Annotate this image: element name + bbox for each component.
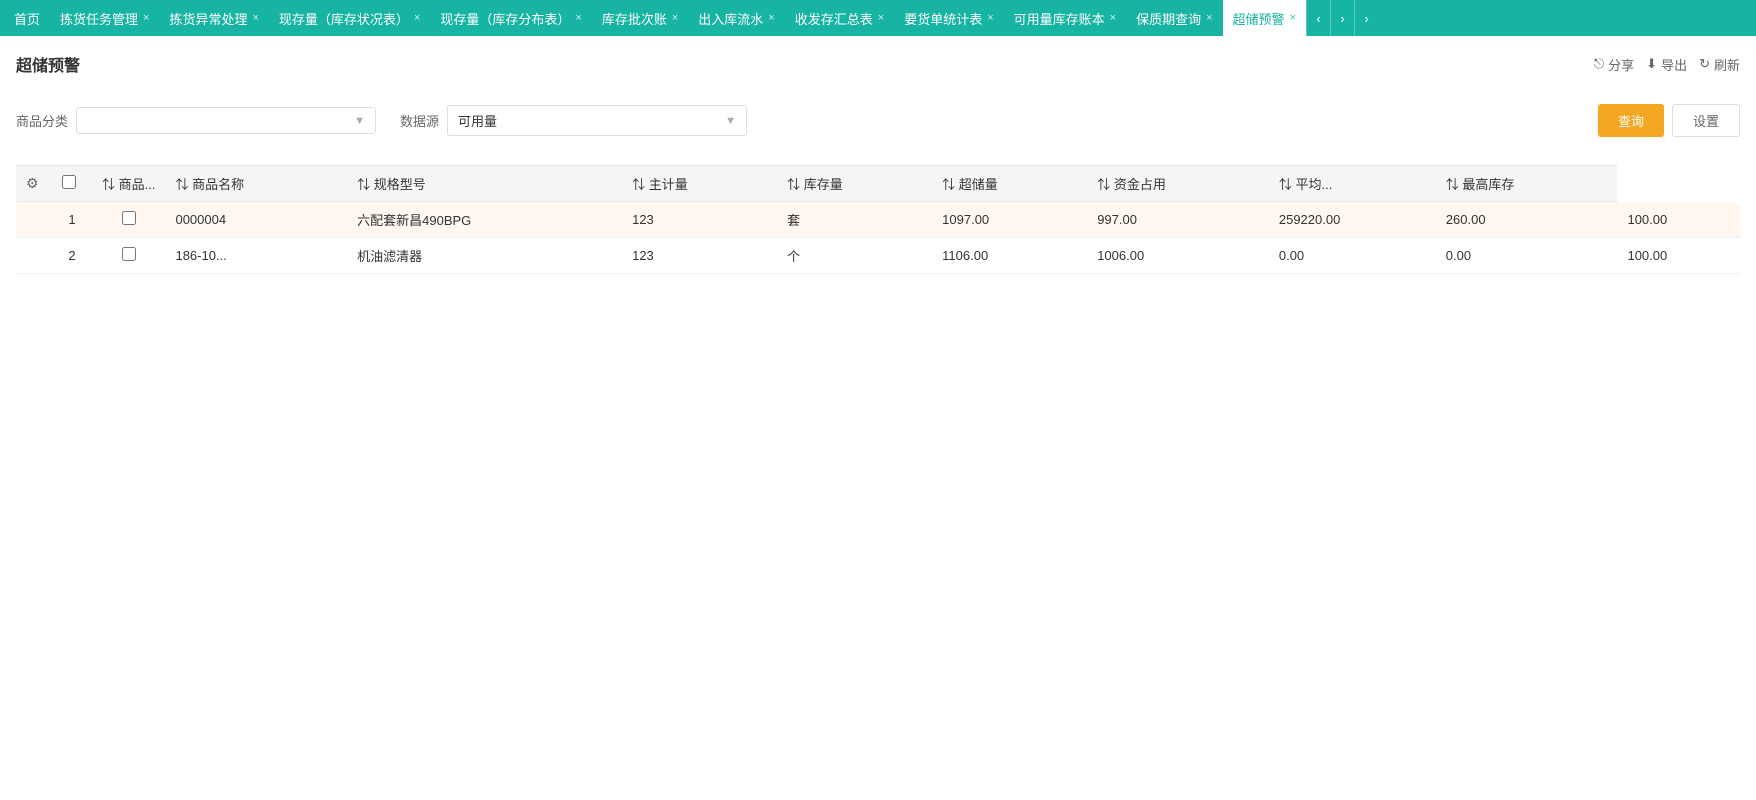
row-unit: 套 [777, 202, 932, 238]
header-actions: ⎋ 分享 ⬇ 导出 ↻ 刷新 [1594, 55, 1740, 74]
row-settings-cell [16, 238, 52, 274]
row-num: 1 [52, 202, 92, 238]
datasource-select[interactable]: 可用量 ▼ [447, 105, 747, 136]
category-filter: 商品分类 ▼ [16, 107, 376, 134]
row-capital: 259220.00 [1269, 202, 1436, 238]
nav-item-stock2[interactable]: 现存量（库存分布表） × [430, 0, 591, 36]
close-icon[interactable]: × [1290, 12, 1296, 24]
col-product-code-header[interactable]: ⇅ 商品... [92, 166, 165, 202]
close-icon[interactable]: × [1110, 12, 1116, 24]
nav-prev-arrow[interactable]: ‹ [1306, 0, 1330, 36]
nav-item-overstock[interactable]: 超储预警 × [1223, 0, 1306, 36]
close-icon[interactable]: × [878, 12, 884, 24]
nav-item-available[interactable]: 可用量库存账本 × [1004, 0, 1126, 36]
nav-item-requisition[interactable]: 要货单统计表 × [894, 0, 1003, 36]
chevron-down-icon: ▼ [354, 115, 365, 127]
row-num: 2 [52, 238, 92, 274]
row-avg: 0.00 [1436, 238, 1618, 274]
row-check-cell [92, 202, 165, 238]
gear-icon[interactable]: ⚙ [26, 175, 39, 191]
row-product-code: 0000004 [165, 202, 347, 238]
close-icon[interactable]: × [575, 12, 581, 24]
col-check-header [52, 166, 92, 202]
nav-item-task[interactable]: 拣货任务管理 × [50, 0, 159, 36]
category-label: 商品分类 [16, 111, 68, 130]
row-max-stock: 100.00 [1617, 202, 1740, 238]
category-select[interactable]: ▼ [76, 107, 376, 134]
row-avg: 260.00 [1436, 202, 1618, 238]
row-check-cell [92, 238, 165, 274]
row-product-name: 六配套新昌490BPG [347, 202, 622, 238]
refresh-icon: ↻ [1699, 56, 1710, 72]
filter-row: 商品分类 ▼ 数据源 可用量 ▼ 查询 设置 [16, 92, 1740, 149]
row-stock: 1106.00 [932, 238, 1087, 274]
nav-item-batch[interactable]: 库存批次账 × [592, 0, 688, 36]
row-product-code: 186-10... [165, 238, 347, 274]
close-icon[interactable]: × [252, 12, 258, 24]
close-icon[interactable]: × [987, 12, 993, 24]
row-product-name: 机油滤清器 [347, 238, 622, 274]
col-spec-header[interactable]: ⇅ 规格型号 [347, 166, 622, 202]
chevron-down-icon: ▼ [725, 115, 736, 127]
table-row: 1 0000004 六配套新昌490BPG 123 套 1097.00 997.… [16, 202, 1740, 238]
nav-item-summary[interactable]: 收发存汇总表 × [785, 0, 894, 36]
table-header-row: ⚙ ⇅ 商品... ⇅ 商品名称 ⇅ 规格型号 ⇅ 主计量 ⇅ [16, 166, 1740, 202]
col-avg-header[interactable]: ⇅ 平均... [1269, 166, 1436, 202]
query-button[interactable]: 查询 [1598, 104, 1664, 137]
row-spec: 123 [622, 238, 777, 274]
set-button[interactable]: 设置 [1672, 104, 1740, 137]
nav-item-flow[interactable]: 出入库流水 × [688, 0, 784, 36]
row-checkbox[interactable] [122, 211, 136, 225]
select-all-checkbox[interactable] [62, 175, 76, 189]
col-unit-header[interactable]: ⇅ 主计量 [622, 166, 777, 202]
close-icon[interactable]: × [1206, 12, 1212, 24]
filter-actions: 查询 设置 [1598, 104, 1740, 137]
refresh-button[interactable]: ↻ 刷新 [1699, 55, 1740, 74]
share-button[interactable]: ⎋ 分享 [1594, 55, 1634, 74]
share-icon: ⎋ [1594, 56, 1604, 72]
export-button[interactable]: ⬇ 导出 [1646, 55, 1687, 74]
col-overstock-header[interactable]: ⇅ 超储量 [932, 166, 1087, 202]
col-capital-header[interactable]: ⇅ 资金占用 [1087, 166, 1269, 202]
row-spec: 123 [622, 202, 777, 238]
nav-item-stock1[interactable]: 现存量（库存状况表） × [269, 0, 430, 36]
row-capital: 0.00 [1269, 238, 1436, 274]
nav-more-arrow[interactable]: › [1354, 0, 1378, 36]
col-max-stock-header[interactable]: ⇅ 最高库存 [1436, 166, 1618, 202]
nav-next-arrow[interactable]: › [1330, 0, 1354, 36]
nav-item-exception[interactable]: 拣货异常处理 × [159, 0, 268, 36]
table-row: 2 186-10... 机油滤清器 123 个 1106.00 1006.00 … [16, 238, 1740, 274]
row-stock: 1097.00 [932, 202, 1087, 238]
export-icon: ⬇ [1646, 56, 1657, 72]
close-icon[interactable]: × [143, 12, 149, 24]
table-body: 1 0000004 六配套新昌490BPG 123 套 1097.00 997.… [16, 202, 1740, 274]
row-unit: 个 [777, 238, 932, 274]
datasource-filter: 数据源 可用量 ▼ [400, 105, 747, 136]
row-overstock: 1006.00 [1087, 238, 1269, 274]
nav-bar: 首页 拣货任务管理 × 拣货异常处理 × 现存量（库存状况表） × 现存量（库存… [0, 0, 1756, 36]
row-checkbox[interactable] [122, 247, 136, 261]
close-icon[interactable]: × [672, 12, 678, 24]
close-icon[interactable]: × [414, 12, 420, 24]
col-settings-header: ⚙ [16, 166, 52, 202]
row-max-stock: 100.00 [1617, 238, 1740, 274]
page-title: 超储预警 [16, 52, 80, 76]
page-container: 超储预警 ⎋ 分享 ⬇ 导出 ↻ 刷新 商品分类 ▼ 数据源 [0, 36, 1756, 800]
nav-item-home[interactable]: 首页 [4, 0, 50, 36]
close-icon[interactable]: × [768, 12, 774, 24]
col-product-name-header[interactable]: ⇅ 商品名称 [165, 166, 347, 202]
datasource-label: 数据源 [400, 111, 439, 130]
data-table: ⚙ ⇅ 商品... ⇅ 商品名称 ⇅ 规格型号 ⇅ 主计量 ⇅ [16, 165, 1740, 274]
page-header: 超储预警 ⎋ 分享 ⬇ 导出 ↻ 刷新 [16, 52, 1740, 76]
row-settings-cell [16, 202, 52, 238]
row-overstock: 997.00 [1087, 202, 1269, 238]
col-stock-header[interactable]: ⇅ 库存量 [777, 166, 932, 202]
nav-item-quality[interactable]: 保质期查询 × [1126, 0, 1222, 36]
